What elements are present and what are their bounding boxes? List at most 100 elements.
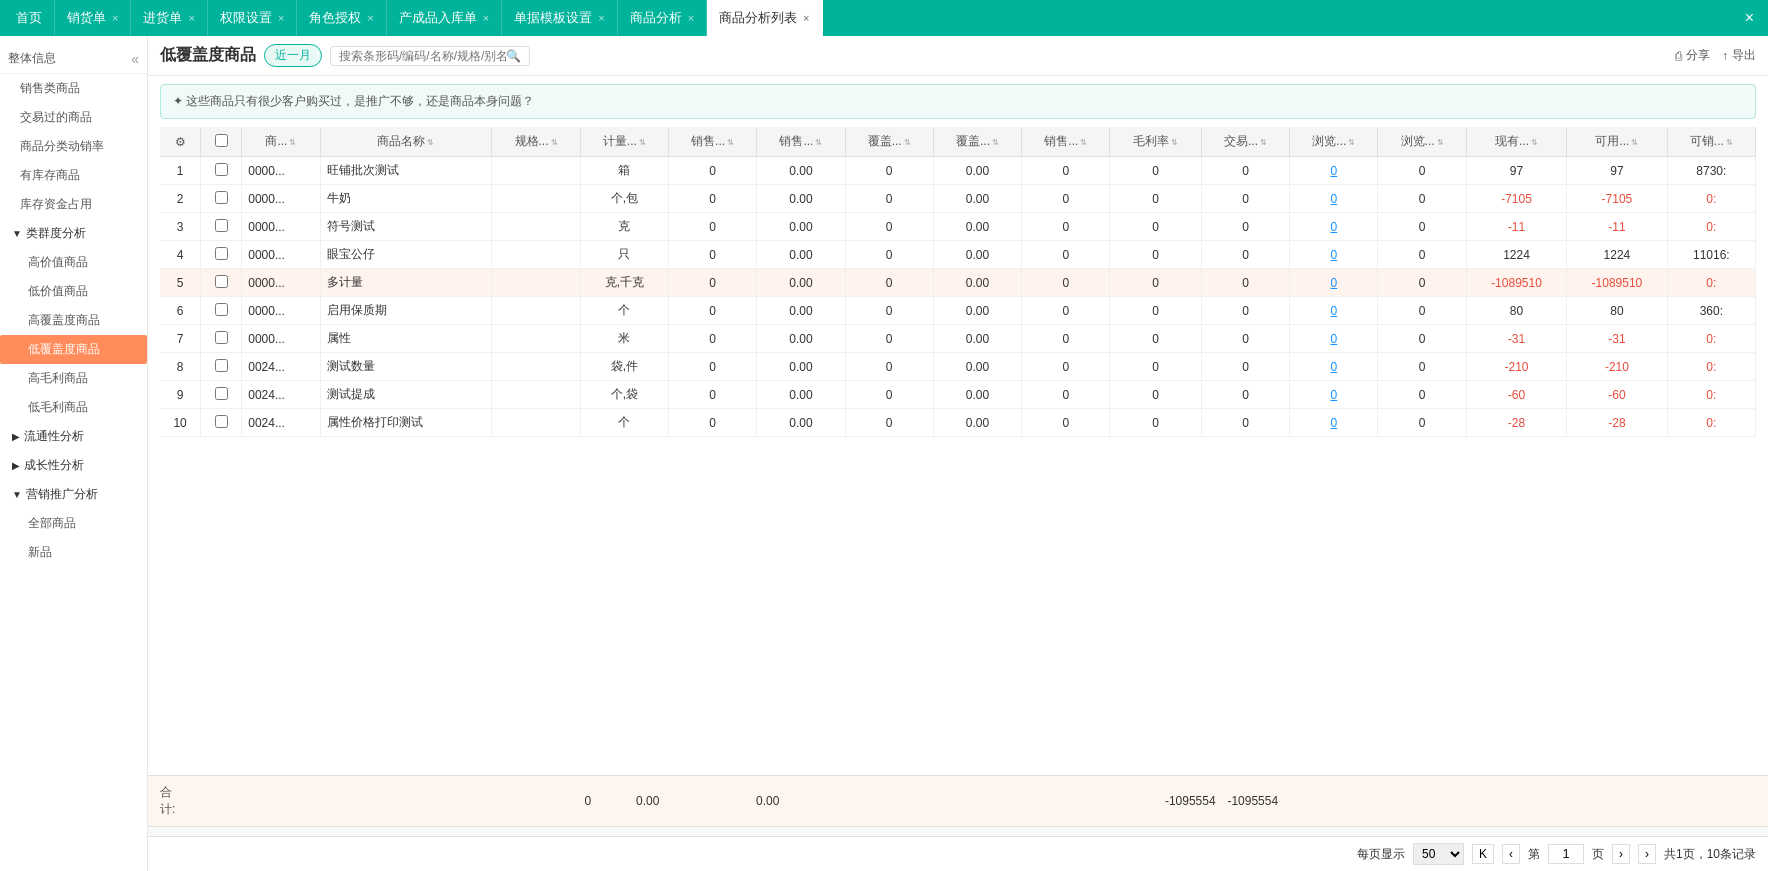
close-icon[interactable]: ×	[483, 12, 489, 24]
row-browse1[interactable]: 0	[1290, 381, 1378, 409]
row-browse1[interactable]: 0	[1290, 269, 1378, 297]
row-checkbox[interactable]	[201, 409, 242, 437]
share-button[interactable]: ⎙ 分享	[1675, 47, 1710, 64]
close-icon[interactable]: ×	[112, 12, 118, 24]
col-cover1[interactable]: 覆盖...⇅	[845, 127, 933, 157]
row-cover1: 0	[845, 241, 933, 269]
row-checkbox[interactable]	[201, 185, 242, 213]
first-page-btn[interactable]: K	[1472, 844, 1494, 864]
search-input[interactable]	[339, 49, 506, 63]
col-sales-amt[interactable]: 销售...⇅	[757, 127, 845, 157]
col-sales2[interactable]: 销售...⇅	[1022, 127, 1110, 157]
search-icon[interactable]: 🔍	[506, 49, 521, 63]
row-checkbox[interactable]	[201, 213, 242, 241]
col-code[interactable]: 商...⇅	[242, 127, 320, 157]
col-browse2[interactable]: 浏览...⇅	[1378, 127, 1466, 157]
last-page-btn[interactable]: ›	[1638, 844, 1656, 864]
data-table: ⚙ 商...⇅ 商品名称⇅ 规格...⇅ 计量...⇅ 销售...⇅ 销售...…	[160, 127, 1756, 437]
row-sales-qty: 0	[668, 409, 756, 437]
nav-tab-template[interactable]: 单据模板设置 ×	[502, 0, 617, 36]
row-checkbox[interactable]	[201, 157, 242, 185]
row-checkbox[interactable]	[201, 353, 242, 381]
col-cover2[interactable]: 覆盖...⇅	[933, 127, 1021, 157]
row-code: 0000...	[242, 297, 320, 325]
sidebar-item-all-goods[interactable]: 全部商品	[0, 509, 147, 538]
close-icon[interactable]: ×	[367, 12, 373, 24]
sidebar-section-marketing[interactable]: ▼ 营销推广分析	[0, 480, 147, 509]
per-page-select[interactable]: 50 10 20 100	[1413, 843, 1464, 865]
select-all-checkbox[interactable]	[215, 134, 228, 147]
row-browse1[interactable]: 0	[1290, 409, 1378, 437]
sidebar-item-sales-goods[interactable]: 销售类商品	[0, 74, 147, 103]
nav-tab-goods-analysis[interactable]: 商品分析 ×	[618, 0, 707, 36]
sidebar-item-traded-goods[interactable]: 交易过的商品	[0, 103, 147, 132]
row-checkbox[interactable]	[201, 325, 242, 353]
sidebar-item-low-value[interactable]: 低价值商品	[0, 277, 147, 306]
export-button[interactable]: ↑ 导出	[1722, 47, 1756, 64]
sidebar-item-stock-capital[interactable]: 库存资金占用	[0, 190, 147, 219]
horizontal-scrollbar[interactable]	[148, 826, 1768, 836]
page-input[interactable]	[1548, 844, 1584, 864]
sidebar-section-group[interactable]: ▼ 类群度分析	[0, 219, 147, 248]
row-browse1[interactable]: 0	[1290, 241, 1378, 269]
nav-tab-sales[interactable]: 销货单 ×	[55, 0, 131, 36]
close-icon[interactable]: ×	[598, 12, 604, 24]
sidebar-item-low-profit[interactable]: 低毛利商品	[0, 393, 147, 422]
nav-tab-product-in[interactable]: 产成品入库单 ×	[387, 0, 502, 36]
row-spec	[492, 269, 580, 297]
row-browse1[interactable]: 0	[1290, 157, 1378, 185]
col-sales-qty[interactable]: 销售...⇅	[668, 127, 756, 157]
col-spec[interactable]: 规格...⇅	[492, 127, 580, 157]
nav-tab-home[interactable]: 首页	[4, 0, 55, 36]
sidebar-item-low-coverage[interactable]: 低覆盖度商品	[0, 335, 147, 364]
close-icon[interactable]: ×	[278, 12, 284, 24]
row-current: -11	[1466, 213, 1566, 241]
row-checkbox[interactable]	[201, 269, 242, 297]
nav-tab-role[interactable]: 角色授权 ×	[297, 0, 386, 36]
col-current[interactable]: 现有...⇅	[1466, 127, 1566, 157]
col-gross-rate[interactable]: 毛利率⇅	[1110, 127, 1201, 157]
col-unit[interactable]: 计量...⇅	[580, 127, 668, 157]
sidebar-item-high-profit[interactable]: 高毛利商品	[0, 364, 147, 393]
row-checkbox[interactable]	[201, 241, 242, 269]
col-settings[interactable]: ⚙	[160, 127, 201, 157]
row-browse1[interactable]: 0	[1290, 185, 1378, 213]
filter-recent-month-btn[interactable]: 近一月	[264, 44, 322, 67]
page-label: 第	[1528, 846, 1540, 863]
table-row: 10 0024... 属性价格打印测试 个 0 0.00 0 0.00 0 0 …	[160, 409, 1756, 437]
row-browse1[interactable]: 0	[1290, 325, 1378, 353]
row-num: 7	[160, 325, 201, 353]
close-all-tabs[interactable]: ×	[1735, 9, 1764, 27]
row-browse2: 0	[1378, 353, 1466, 381]
nav-tab-purchase[interactable]: 进货单 ×	[131, 0, 207, 36]
close-icon[interactable]: ×	[803, 12, 809, 24]
next-page-btn[interactable]: ›	[1612, 844, 1630, 864]
nav-tab-goods-list[interactable]: 商品分析列表 ×	[707, 0, 822, 36]
sidebar-section-circulation[interactable]: ▶ 流通性分析	[0, 422, 147, 451]
col-saleable[interactable]: 可销...⇅	[1667, 127, 1755, 157]
sidebar-item-high-value[interactable]: 高价值商品	[0, 248, 147, 277]
close-icon[interactable]: ×	[188, 12, 194, 24]
close-icon[interactable]: ×	[688, 12, 694, 24]
col-trade[interactable]: 交易...⇅	[1201, 127, 1289, 157]
sidebar-item-high-coverage[interactable]: 高覆盖度商品	[0, 306, 147, 335]
sidebar-item-category-rate[interactable]: 商品分类动销率	[0, 132, 147, 161]
col-available[interactable]: 可用...⇅	[1567, 127, 1667, 157]
row-code: 0000...	[242, 185, 320, 213]
sidebar-section-growth[interactable]: ▶ 成长性分析	[0, 451, 147, 480]
row-browse1[interactable]: 0	[1290, 213, 1378, 241]
row-saleable: 0:	[1667, 409, 1755, 437]
sidebar-item-new-goods[interactable]: 新品	[0, 538, 147, 567]
row-browse1[interactable]: 0	[1290, 353, 1378, 381]
prev-page-btn[interactable]: ‹	[1502, 844, 1520, 864]
sidebar-item-stock-goods[interactable]: 有库存商品	[0, 161, 147, 190]
col-name[interactable]: 商品名称⇅	[320, 127, 492, 157]
footer-totals-bar: 合计: 0 0.00 0.00 -1095554 -1095554	[148, 775, 1768, 826]
row-checkbox[interactable]	[201, 381, 242, 409]
row-checkbox[interactable]	[201, 297, 242, 325]
row-code: 0000...	[242, 325, 320, 353]
row-browse1[interactable]: 0	[1290, 297, 1378, 325]
nav-tab-perm[interactable]: 权限设置 ×	[208, 0, 297, 36]
col-browse1[interactable]: 浏览...⇅	[1290, 127, 1378, 157]
sidebar-collapse-btn[interactable]: «	[131, 51, 139, 67]
